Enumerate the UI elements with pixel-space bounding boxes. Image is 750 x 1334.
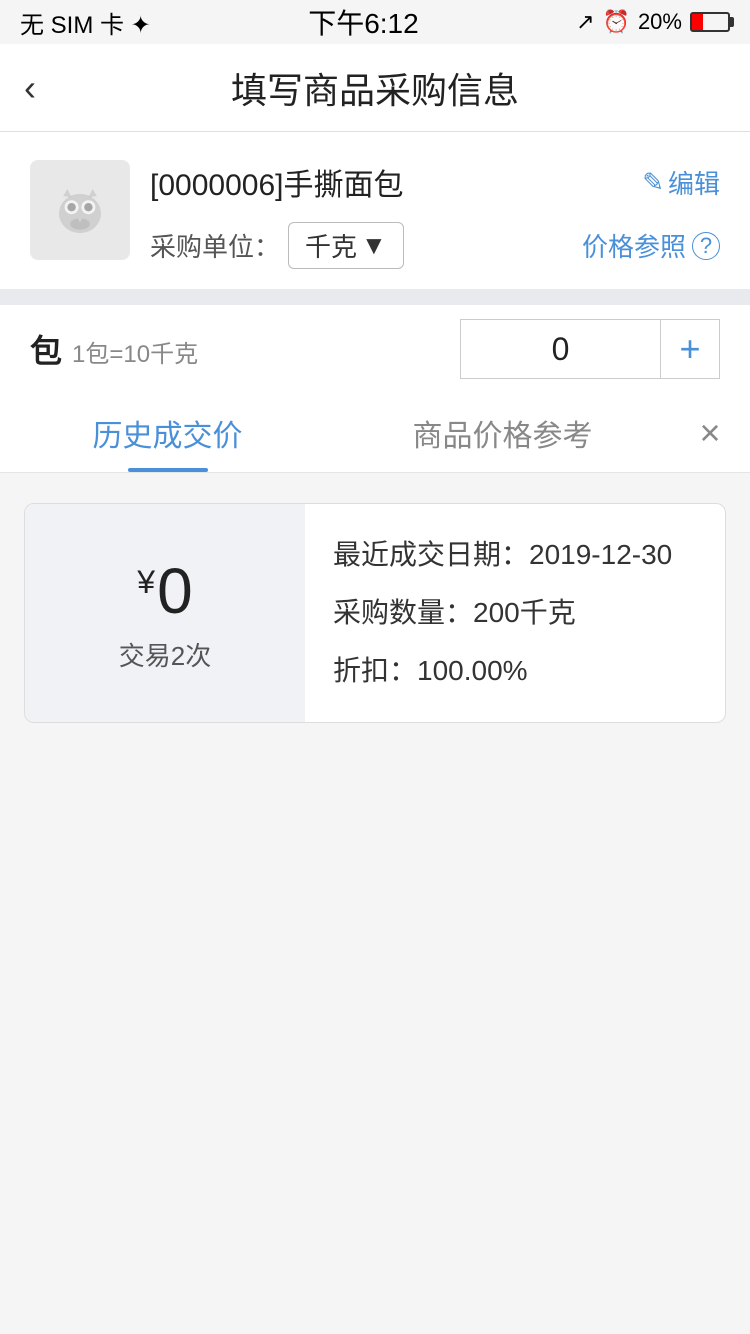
- date-label: 最近成交日期：: [333, 539, 529, 570]
- back-button[interactable]: ‹: [24, 67, 36, 109]
- date-value: 2019-12-30: [529, 539, 672, 570]
- product-unit-row: 采购单位： 千克 ▼ 价格参照 ?: [150, 222, 720, 269]
- status-time: 下午6:12: [308, 2, 419, 42]
- discount-label: 折扣：: [333, 655, 417, 686]
- tab-product-label: 商品价格参考: [413, 411, 593, 455]
- price-reference-button[interactable]: 价格参照 ?: [582, 227, 720, 264]
- status-right: ↗ ⏰ 20%: [576, 9, 730, 35]
- section-divider: [0, 289, 750, 305]
- battery-icon: [690, 12, 730, 32]
- product-thumbnail: [30, 160, 130, 260]
- product-name: [0000006]手撕面包: [150, 160, 403, 204]
- price-ref-label: 价格参照: [582, 227, 686, 264]
- tab-history-label: 历史成交价: [93, 411, 243, 455]
- discount-value: 100.00%: [417, 655, 528, 686]
- chevron-down-icon: ▼: [361, 230, 387, 261]
- status-bar: 无 SIM 卡 ✦ 下午6:12 ↗ ⏰ 20%: [0, 0, 750, 44]
- help-icon: ?: [692, 232, 720, 260]
- price-amount: ¥ 0: [137, 554, 192, 628]
- tab-close-button[interactable]: ×: [670, 393, 750, 472]
- price-detail-date: 最近成交日期：2019-12-30: [333, 534, 697, 576]
- location-icon: ↗: [576, 9, 594, 35]
- unit-dropdown[interactable]: 千克 ▼: [288, 222, 404, 269]
- quantity-label: 包 1包=10千克: [30, 326, 198, 372]
- tab-history-price[interactable]: 历史成交价: [0, 393, 335, 472]
- sim-label: 无 SIM 卡 ✦: [20, 5, 151, 40]
- tab-row: 历史成交价 商品价格参考 ×: [0, 393, 750, 473]
- product-card: [0000006]手撕面包 ✎ 编辑 采购单位： 千克 ▼ 价格参照 ?: [0, 132, 750, 289]
- product-image-owl: [45, 175, 115, 245]
- price-detail-discount: 折扣：100.00%: [333, 650, 697, 692]
- battery-percent: 20%: [638, 9, 682, 35]
- qty-value: 200千克: [473, 597, 576, 628]
- quantity-plus-button[interactable]: +: [660, 319, 720, 379]
- edit-label: 编辑: [668, 164, 720, 201]
- product-header: [0000006]手撕面包 ✎ 编辑: [150, 160, 720, 204]
- page-title: 填写商品采购信息: [231, 62, 519, 114]
- quantity-conversion: 1包=10千克: [72, 334, 198, 369]
- price-card-left: ¥ 0 交易2次: [25, 504, 305, 722]
- quantity-row: 包 1包=10千克 +: [0, 305, 750, 393]
- qty-label: 采购数量：: [333, 597, 473, 628]
- quantity-control: +: [460, 319, 720, 379]
- tab-product-price[interactable]: 商品价格参考: [335, 393, 670, 472]
- quantity-input[interactable]: [460, 319, 660, 379]
- status-left: 无 SIM 卡 ✦: [20, 5, 151, 40]
- unit-value: 千克: [305, 227, 357, 264]
- unit-label: 采购单位： 千克 ▼: [150, 222, 404, 269]
- alarm-icon: ⏰: [603, 9, 630, 35]
- product-info: [0000006]手撕面包 ✎ 编辑 采购单位： 千克 ▼ 价格参照 ?: [150, 160, 720, 269]
- price-trades: 交易2次: [119, 636, 211, 673]
- unit-label-text: 采购单位：: [150, 227, 280, 264]
- nav-bar: ‹ 填写商品采购信息: [0, 44, 750, 132]
- price-card: ¥ 0 交易2次 最近成交日期：2019-12-30 采购数量：200千克 折扣…: [24, 503, 726, 723]
- edit-icon: ✎: [642, 167, 664, 198]
- currency-symbol: ¥: [137, 564, 155, 601]
- price-detail-qty: 采购数量：200千克: [333, 592, 697, 634]
- price-card-right: 最近成交日期：2019-12-30 采购数量：200千克 折扣：100.00%: [305, 504, 725, 722]
- edit-button[interactable]: ✎ 编辑: [642, 164, 720, 201]
- quantity-unit: 包: [30, 326, 62, 372]
- price-value: 0: [157, 554, 193, 628]
- price-card-area: ¥ 0 交易2次 最近成交日期：2019-12-30 采购数量：200千克 折扣…: [0, 473, 750, 973]
